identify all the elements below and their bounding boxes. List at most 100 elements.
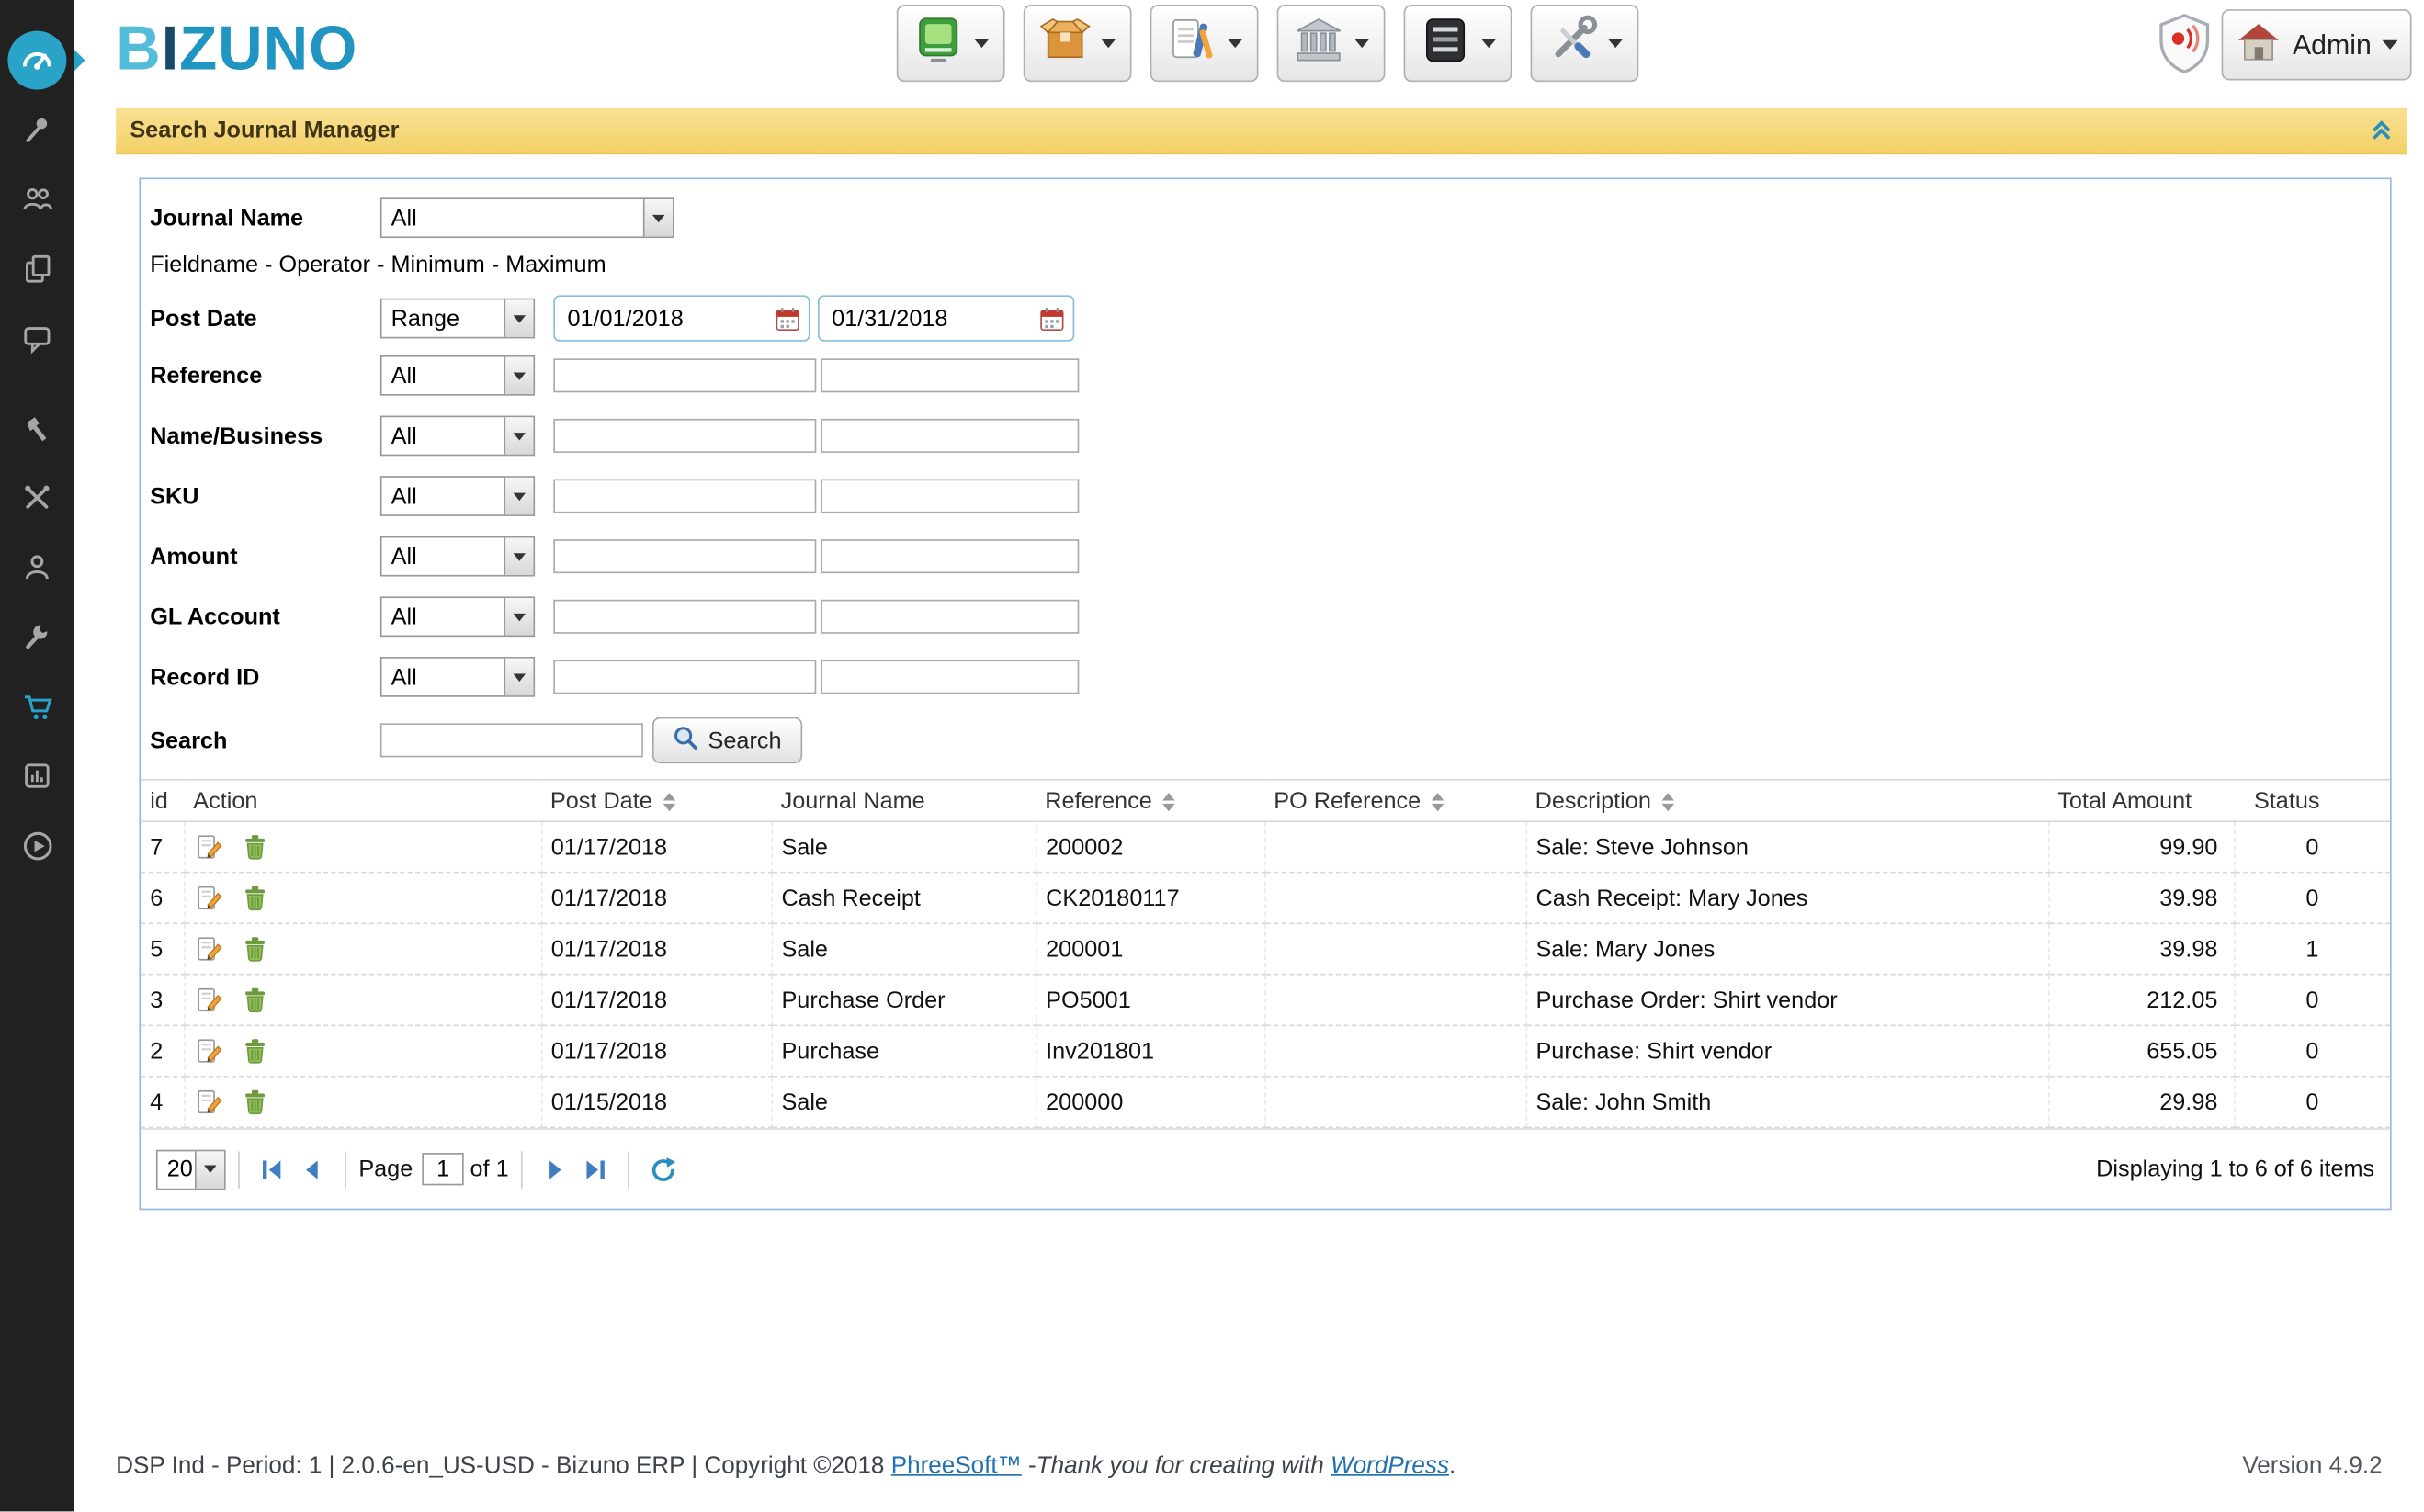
divider (628, 1151, 629, 1188)
sidebar-item-build[interactable] (0, 397, 74, 467)
sidebar-item-shop[interactable] (0, 675, 74, 745)
page-of-label: of 1 (470, 1156, 509, 1182)
sidebar-item-dashboard[interactable] (0, 22, 74, 99)
reference-operator-select[interactable]: All (380, 355, 535, 396)
sidebar-item-settings[interactable] (0, 606, 74, 676)
gl-account-min-input[interactable] (553, 600, 816, 634)
col-header-total-amount: Total Amount (2048, 780, 2234, 821)
sidebar-item-contacts[interactable] (0, 168, 74, 238)
cell-status: 0 (2234, 821, 2390, 873)
page-size-select[interactable]: 20 (156, 1149, 226, 1190)
reference-max-input[interactable] (821, 358, 1079, 392)
delete-icon[interactable] (241, 1088, 268, 1115)
sidebar-item-profile[interactable] (0, 536, 74, 606)
table-row[interactable]: 7 01/17/2018 Sale 200002 Sale: Steve Joh… (141, 821, 2390, 873)
sidebar-item-pinned[interactable] (0, 99, 74, 169)
delete-icon[interactable] (241, 1037, 268, 1065)
sku-operator-select[interactable]: All (380, 476, 535, 516)
reports-icon (22, 761, 53, 799)
col-header-po-reference[interactable]: PO Reference (1264, 780, 1525, 821)
sidebar-item-messages[interactable] (0, 308, 74, 378)
toolbar-button-tools[interactable] (1531, 5, 1639, 82)
table-row[interactable]: 2 01/17/2018 Purchase Inv201801 Purchase… (141, 1025, 2390, 1077)
toolbar-button-inventory[interactable] (1024, 5, 1132, 82)
table-row[interactable]: 5 01/17/2018 Sale 200001 Sale: Mary Jone… (141, 923, 2390, 975)
toolbar-button-banking[interactable] (1277, 5, 1386, 82)
table-row[interactable]: 3 01/17/2018 Purchase Order PO5001 Purch… (141, 975, 2390, 1026)
name-business-max-input[interactable] (821, 419, 1079, 453)
amount-min-input[interactable] (553, 539, 816, 573)
cell-journal-name: Cash Receipt (772, 873, 1036, 924)
collapse-panel-button[interactable] (2368, 118, 2395, 152)
post-date-min-input[interactable] (567, 305, 774, 332)
calendar-icon[interactable] (1039, 305, 1066, 332)
name-business-operator-select[interactable]: All (380, 416, 535, 457)
footer-left-text: DSP Ind - Period: 1 | 2.0.6-en_US-USD - … (116, 1452, 1456, 1480)
delete-icon[interactable] (241, 986, 268, 1013)
name-business-min-input[interactable] (553, 419, 816, 453)
logo-part-rest: ZUNO (179, 16, 357, 84)
security-shield-button[interactable] (2157, 12, 2213, 82)
edit-icon[interactable] (194, 935, 221, 963)
cell-description: Purchase: Shirt vendor (1526, 1025, 2049, 1077)
delete-icon[interactable] (241, 935, 268, 963)
gl-account-operator-select[interactable]: All (380, 596, 535, 637)
sort-icon (663, 792, 675, 810)
previous-page-button[interactable] (292, 1149, 333, 1190)
cell-post-date: 01/17/2018 (541, 1025, 772, 1077)
cell-description: Sale: Steve Johnson (1526, 821, 2049, 873)
record-id-operator-select[interactable]: All (380, 657, 535, 697)
topbar: BIZUNO (74, 0, 2424, 108)
edit-icon[interactable] (194, 884, 221, 911)
col-header-reference[interactable]: Reference (1036, 780, 1264, 821)
pager-bar: 20 Page of 1 Displaying 1 to 6 of 6 item… (141, 1128, 2390, 1208)
edit-icon[interactable] (194, 1037, 221, 1065)
bizuno-logo[interactable]: BIZUNO (116, 16, 357, 85)
cell-po-reference (1264, 1077, 1525, 1128)
first-page-button[interactable] (252, 1149, 292, 1190)
record-id-max-input[interactable] (821, 660, 1079, 694)
sidebar-item-tools[interactable] (0, 467, 74, 536)
record-id-min-input[interactable] (553, 660, 816, 694)
cell-action (184, 1025, 541, 1077)
cell-action (184, 923, 541, 975)
last-page-button[interactable] (575, 1149, 616, 1190)
sidebar-item-reports[interactable] (0, 745, 74, 815)
gl-account-max-input[interactable] (821, 600, 1079, 634)
operator-value: All (382, 537, 504, 574)
amount-operator-select[interactable]: All (380, 536, 535, 577)
journal-name-select[interactable]: All (380, 197, 674, 238)
post-date-operator-select[interactable]: Range (380, 299, 535, 339)
table-row[interactable]: 6 01/17/2018 Cash Receipt CK20180117 Cas… (141, 873, 2390, 924)
sku-min-input[interactable] (553, 480, 816, 513)
toolbar-button-customers[interactable] (1150, 5, 1259, 82)
next-page-button[interactable] (535, 1149, 575, 1190)
refresh-icon[interactable] (641, 1149, 682, 1190)
post-date-max-input[interactable] (832, 305, 1038, 332)
reference-min-input[interactable] (553, 358, 816, 392)
page-number-input[interactable] (422, 1153, 463, 1185)
wordpress-link[interactable]: WordPress (1331, 1452, 1449, 1479)
chevron-down-icon (504, 357, 533, 394)
page-label: Page (358, 1156, 413, 1182)
toolbar-button-ledger[interactable] (1404, 5, 1512, 82)
phreesoft-link[interactable]: PhreeSoft™ (891, 1452, 1022, 1479)
edit-icon[interactable] (194, 833, 221, 861)
toolbar-button-company[interactable] (897, 5, 1005, 82)
delete-icon[interactable] (241, 833, 268, 861)
sku-max-input[interactable] (821, 480, 1079, 513)
delete-icon[interactable] (241, 884, 268, 911)
table-row[interactable]: 4 01/15/2018 Sale 200000 Sale: John Smit… (141, 1077, 2390, 1128)
calendar-icon[interactable] (775, 305, 801, 332)
account-menu-button[interactable]: Admin (2222, 9, 2412, 80)
edit-icon[interactable] (194, 1088, 221, 1115)
col-header-post-date[interactable]: Post Date (541, 780, 772, 821)
sidebar-item-media[interactable] (0, 815, 74, 885)
amount-max-input[interactable] (821, 539, 1079, 573)
cell-po-reference (1264, 873, 1525, 924)
sidebar-item-copy[interactable] (0, 238, 74, 308)
search-button[interactable]: Search (652, 717, 801, 763)
col-header-description[interactable]: Description (1526, 780, 2049, 821)
search-input[interactable] (380, 723, 643, 757)
edit-icon[interactable] (194, 986, 221, 1013)
